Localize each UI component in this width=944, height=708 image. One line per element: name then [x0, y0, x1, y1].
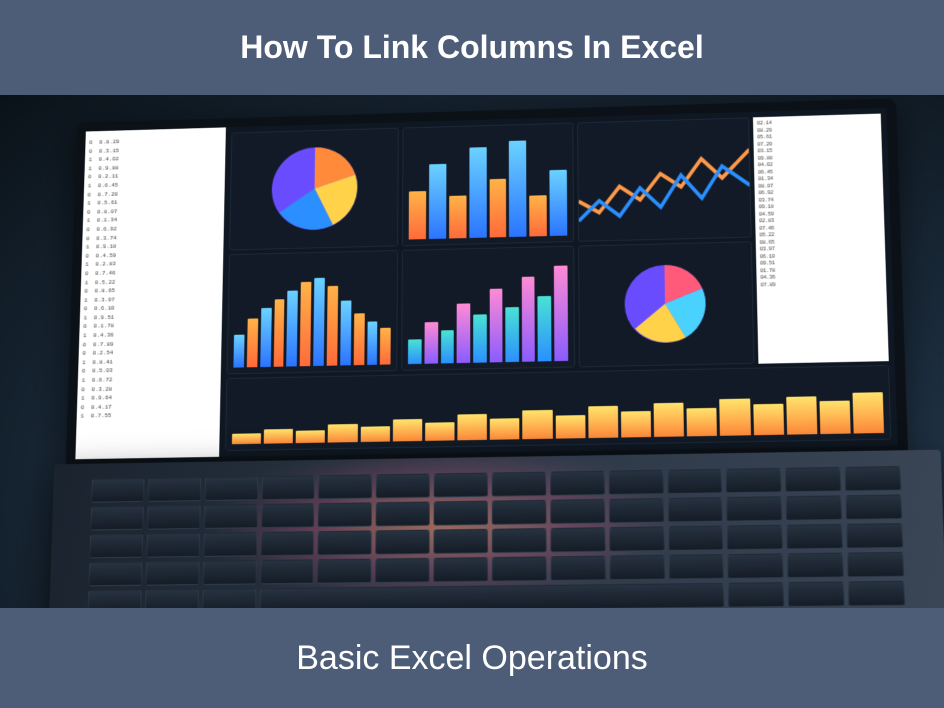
- keyboard-keys: [88, 466, 905, 608]
- area-icon: [578, 118, 751, 240]
- page-subtitle: Basic Excel Operations: [296, 639, 648, 678]
- laptop-render: 0 0.8.290 0.3.151 0.4.021 0.9.88 0 0.2.1…: [48, 95, 926, 608]
- chart-pie-2: [578, 241, 755, 367]
- footer-band: Basic Excel Operations: [0, 608, 944, 708]
- laptop-keyboard: [48, 450, 944, 608]
- header-band: How To Link Columns In Excel: [0, 0, 944, 95]
- hero-illustration: 0 0.8.290 0.3.151 0.4.021 0.9.88 0 0.2.1…: [0, 95, 944, 608]
- spreadsheet-column-right: 02.1408.2905.6107.2003.1509.8804.0206.45…: [753, 114, 889, 364]
- chart-bar-wide: [225, 365, 891, 451]
- laptop-screen: 0 0.8.290 0.3.151 0.4.021 0.9.88 0 0.2.1…: [66, 98, 909, 469]
- pie-icon: [625, 264, 707, 343]
- chart-pie-1: [229, 128, 399, 251]
- spreadsheet-column-left: 0 0.8.290 0.3.151 0.4.021 0.9.88 0 0.2.1…: [75, 127, 226, 459]
- chart-bar-2: [227, 250, 399, 374]
- chart-area-1: [577, 117, 752, 241]
- pie-icon: [271, 147, 358, 232]
- dashboard-grid: 02.1408.2905.6107.2003.1509.8804.0206.45…: [219, 108, 898, 457]
- chart-bar-1: [402, 123, 574, 246]
- chart-bar-3: [401, 246, 574, 371]
- page-title: How To Link Columns In Excel: [240, 29, 703, 66]
